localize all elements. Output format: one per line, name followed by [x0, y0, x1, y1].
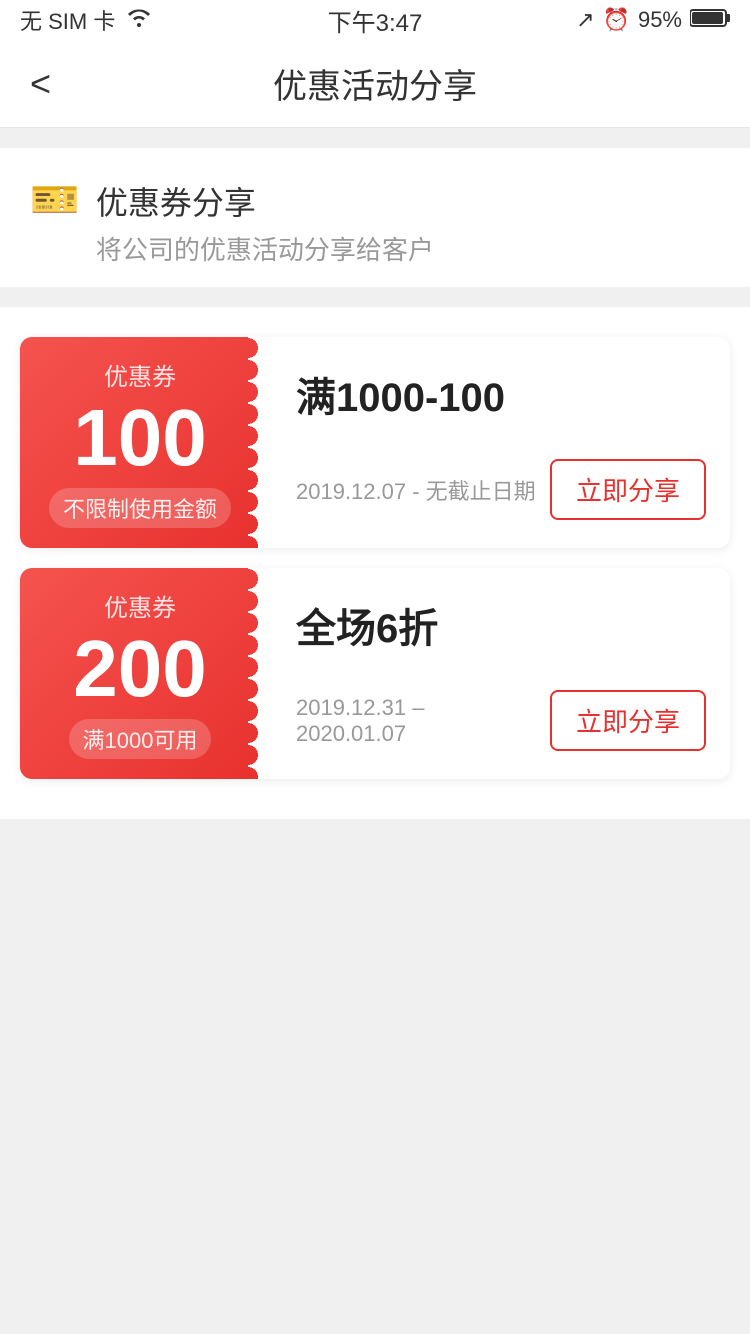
coupon-card-2: 优惠券 200 满1000可用 全场6折 2019.12.31 – 2020.0…: [20, 568, 730, 779]
page-title: 优惠活动分享: [273, 59, 477, 108]
status-bar: 无 SIM 卡 下午3:47 ↗ ⏰ 95%: [0, 0, 750, 40]
carrier-label: 无 SIM 卡: [20, 4, 115, 36]
coupon-bottom-1: 2019.12.07 - 无截止日期 立即分享: [296, 459, 706, 520]
coupon-left-2: 优惠券 200 满1000可用: [20, 568, 260, 779]
coupon-name-1: 满1000-100: [296, 365, 706, 423]
coupon-bottom-2: 2019.12.31 – 2020.01.07 立即分享: [296, 690, 706, 751]
battery-icon: [690, 7, 730, 33]
section-title: 优惠券分享: [96, 178, 434, 224]
coupon-label-2: 优惠券: [104, 588, 176, 623]
coupon-condition-1: 不限制使用金额: [49, 488, 231, 528]
location-icon: ↗: [576, 7, 594, 33]
coupon-left-1: 优惠券 100 不限制使用金额: [20, 337, 260, 548]
status-left: 无 SIM 卡: [20, 4, 153, 36]
battery-label: 95%: [638, 7, 682, 33]
coupon-date-2: 2019.12.31 – 2020.01.07: [296, 695, 540, 747]
coupon-condition-2: 满1000可用: [69, 719, 212, 759]
section-info: 优惠券分享 将公司的优惠活动分享给客户: [96, 178, 434, 267]
share-button-1[interactable]: 立即分享: [550, 459, 706, 520]
coupon-amount-1: 100: [73, 398, 206, 478]
section-desc: 将公司的优惠活动分享给客户: [96, 230, 434, 267]
back-button[interactable]: <: [30, 63, 51, 105]
coupon-date-1: 2019.12.07 - 无截止日期: [296, 474, 540, 506]
coupon-card-1: 优惠券 100 不限制使用金额 满1000-100 2019.12.07 - 无…: [20, 337, 730, 548]
coupon-right-1: 满1000-100 2019.12.07 - 无截止日期 立即分享: [260, 337, 730, 548]
wifi-icon: [125, 7, 153, 33]
status-right: ↗ ⏰ 95%: [576, 7, 730, 33]
alarm-icon: ⏰: [603, 7, 630, 33]
coupon-right-2: 全场6折 2019.12.31 – 2020.01.07 立即分享: [260, 568, 730, 779]
share-button-2[interactable]: 立即分享: [550, 690, 706, 751]
section-icon: 🎫: [30, 180, 80, 220]
nav-bar: < 优惠活动分享: [0, 40, 750, 128]
coupon-label-1: 优惠券: [104, 357, 176, 392]
coupon-name-2: 全场6折: [296, 596, 706, 654]
section-header: 🎫 优惠券分享 将公司的优惠活动分享给客户: [0, 148, 750, 287]
coupon-list: 优惠券 100 不限制使用金额 满1000-100 2019.12.07 - 无…: [0, 307, 750, 819]
status-time: 下午3:47: [328, 3, 423, 38]
coupon-amount-2: 200: [73, 629, 206, 709]
